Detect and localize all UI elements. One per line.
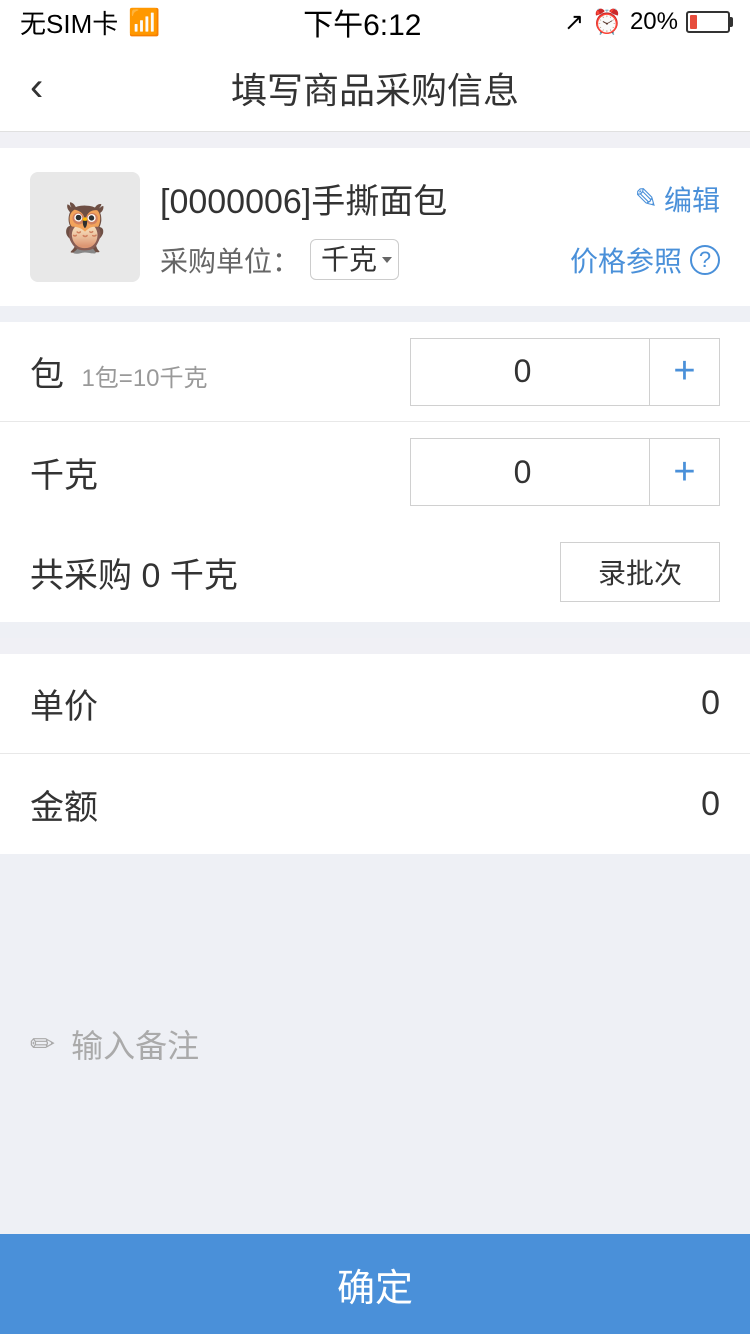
battery-fill — [690, 15, 697, 29]
price-ref-label: 价格参照 — [570, 240, 682, 280]
unit-price-row: 单价 0 — [0, 654, 750, 754]
product-thumbnail: 🦉 — [55, 199, 115, 256]
battery-icon — [686, 11, 730, 33]
bag-input[interactable] — [410, 338, 650, 406]
back-button[interactable]: ‹ — [30, 65, 90, 110]
help-icon: ? — [690, 245, 720, 275]
kg-plus-button[interactable]: + — [650, 438, 720, 506]
bag-label: 包 1包=10千克 — [30, 347, 410, 396]
product-top: [0000006]手撕面包 ✎ 编辑 — [160, 174, 720, 223]
edit-label: 编辑 — [664, 179, 720, 219]
alarm-icon: ⏰ — [592, 8, 622, 37]
total-text: 共采购 0 千克 — [30, 548, 238, 597]
kg-label: 千克 — [30, 448, 410, 497]
status-right: ↗ ⏰ 20% — [564, 8, 730, 37]
product-info: [0000006]手撕面包 ✎ 编辑 采购单位： 千克 包 价格参照 ? — [160, 174, 720, 280]
price-info-section: 单价 0 金额 0 — [0, 654, 750, 854]
product-name: [0000006]手撕面包 — [160, 174, 447, 223]
input-section: 包 1包=10千克 + 千克 + — [0, 322, 750, 522]
notes-section[interactable]: ✏ 输入备注 — [0, 854, 750, 1234]
bag-plus-button[interactable]: + — [650, 338, 720, 406]
page-title: 填写商品采购信息 — [231, 62, 519, 114]
pencil-icon: ✏ — [30, 1027, 55, 1062]
total-row: 共采购 0 千克 录批次 — [0, 522, 750, 622]
edit-icon: ✎ — [635, 182, 658, 215]
status-left: 无SIM卡 📶 — [20, 4, 161, 41]
wifi-icon: 📶 — [128, 7, 160, 38]
signal-text: 无SIM卡 — [20, 4, 118, 41]
product-card: 🦉 [0000006]手撕面包 ✎ 编辑 采购单位： 千克 包 价格参照 ? — [0, 148, 750, 306]
status-bar: 无SIM卡 📶 下午6:12 ↗ ⏰ 20% — [0, 0, 750, 44]
bag-controls: + — [410, 338, 720, 406]
price-ref-button[interactable]: 价格参照 ? — [570, 240, 720, 280]
status-time: 下午6:12 — [303, 0, 421, 44]
edit-button[interactable]: ✎ 编辑 — [635, 179, 720, 219]
unit-select[interactable]: 千克 包 — [310, 239, 399, 280]
location-icon: ↗ — [564, 8, 584, 37]
unit-price-label: 单价 — [30, 679, 98, 728]
record-batch-button[interactable]: 录批次 — [560, 542, 720, 602]
kg-input[interactable] — [410, 438, 650, 506]
bag-input-row: 包 1包=10千克 + — [0, 322, 750, 422]
product-unit-row: 采购单位： 千克 包 价格参照 ? — [160, 239, 720, 280]
amount-label: 金额 — [30, 780, 98, 829]
kg-controls: + — [410, 438, 720, 506]
divider-2 — [0, 622, 750, 638]
unit-price-value: 0 — [701, 684, 720, 723]
confirm-button[interactable]: 确定 — [0, 1234, 750, 1334]
kg-input-row: 千克 + — [0, 422, 750, 522]
battery-percent: 20% — [630, 8, 678, 36]
notes-placeholder: 输入备注 — [71, 1021, 199, 1067]
unit-label: 采购单位： — [160, 240, 300, 280]
divider-1 — [0, 306, 750, 322]
amount-value: 0 — [701, 785, 720, 824]
amount-row: 金额 0 — [0, 754, 750, 854]
total-amount: 0 — [141, 557, 160, 595]
nav-bar: ‹ 填写商品采购信息 — [0, 44, 750, 132]
product-image: 🦉 — [30, 172, 140, 282]
bag-sub-label: 1包=10千克 — [81, 365, 207, 392]
